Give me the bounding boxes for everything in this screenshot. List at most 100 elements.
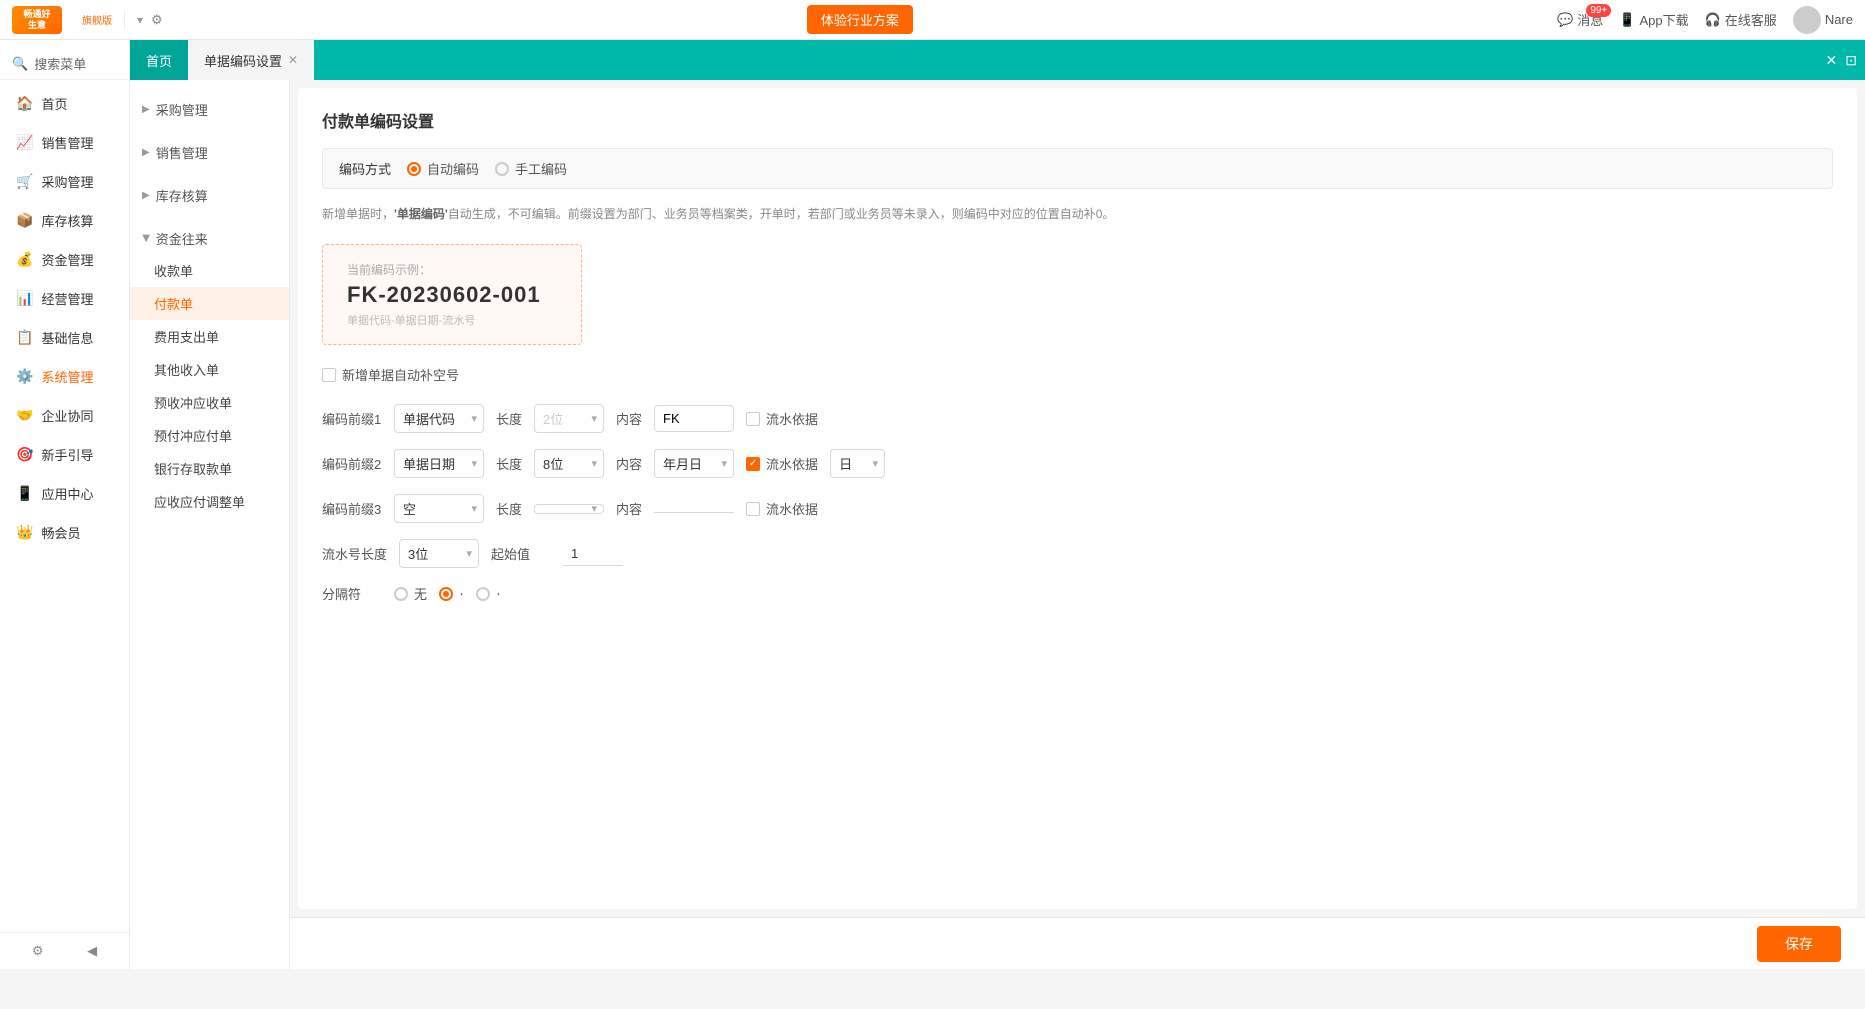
separator-dot2-option[interactable]: · bbox=[476, 585, 501, 602]
page-wrapper: 付款单编码设置 编码方式 自动编码 手工编码 bbox=[290, 80, 1865, 969]
tab-minimize-icon[interactable]: ✕ bbox=[1826, 52, 1838, 69]
top-bar-right: 💬 消息 99+ 📱 App下载 🎧 在线客服 Nare bbox=[1557, 6, 1853, 34]
sub-menu-sales: ▶ 销售管理 bbox=[130, 131, 289, 174]
prefix3-length-select[interactable] bbox=[534, 504, 604, 514]
save-button[interactable]: 保存 bbox=[1757, 926, 1841, 962]
sub-menu-sales-header[interactable]: ▶ 销售管理 bbox=[130, 137, 289, 168]
sub-menu-item-payment[interactable]: 付款单 bbox=[130, 287, 289, 320]
manual-encode-radio[interactable] bbox=[495, 162, 509, 176]
username-label: Nare bbox=[1825, 12, 1853, 27]
sidebar-item-enterprise[interactable]: 🤝 企业协同 bbox=[0, 396, 129, 435]
sub-menu-purchase-header[interactable]: ▶ 采购管理 bbox=[130, 94, 289, 125]
sub-menu-purchase: ▶ 采购管理 bbox=[130, 88, 289, 131]
prefix2-length-select[interactable]: 8位 bbox=[534, 449, 604, 478]
sub-menu-item-prepaid-payable[interactable]: 预付冲应付单 bbox=[130, 419, 289, 452]
prefix1-content-input[interactable] bbox=[654, 405, 734, 432]
prefix3-serial-label: 流水依据 bbox=[766, 499, 818, 518]
prefix1-length-placeholder: 2位 bbox=[543, 409, 563, 428]
sidebar-item-label: 首页 bbox=[41, 94, 67, 113]
user-profile-button[interactable]: Nare bbox=[1793, 6, 1853, 34]
tab-encoding[interactable]: 单据编码设置 ✕ bbox=[188, 40, 314, 80]
basic-icon: 📋 bbox=[16, 329, 33, 346]
separator-dot2-radio[interactable] bbox=[476, 587, 490, 601]
sidebar-collapse-icon[interactable]: ◀ bbox=[87, 943, 97, 959]
prefix2-day-value: 日 bbox=[839, 454, 852, 473]
main-area: 首页 单据编码设置 ✕ ✕ ⊡ ▶ 采购管理 bbox=[130, 40, 1865, 969]
auto-encode-radio[interactable] bbox=[407, 162, 421, 176]
app-download-button[interactable]: 📱 App下载 bbox=[1619, 10, 1688, 29]
prefix1-select[interactable]: 单据代码 bbox=[394, 404, 484, 433]
sidebar-item-guide[interactable]: 🎯 新手引导 bbox=[0, 435, 129, 474]
sidebar-item-vip[interactable]: 👑 畅会员 bbox=[0, 513, 129, 552]
serial-row: 流水号长度 3位 起始值 1 bbox=[322, 539, 1833, 568]
prefix1-serial-checkbox-row: 流水依据 bbox=[746, 409, 818, 428]
serial-length-select[interactable]: 3位 bbox=[399, 539, 479, 568]
prefix2-select[interactable]: 单据日期 bbox=[394, 449, 484, 478]
preview-desc: 单据代码-单据日期-流水号 bbox=[347, 312, 557, 328]
prefix2-row: 编码前缀2 单据日期 长度 8位 内容 年月日 ✓ bbox=[322, 449, 1833, 478]
sidebar-item-apps[interactable]: 📱 应用中心 bbox=[0, 474, 129, 513]
sidebar-item-inventory[interactable]: 📦 库存核算 bbox=[0, 201, 129, 240]
prefix2-day-select[interactable]: 日 bbox=[830, 449, 885, 478]
prefix3-select[interactable]: 空 bbox=[394, 494, 484, 523]
sub-menu-item-income[interactable]: 其他收入单 bbox=[130, 353, 289, 386]
prefix2-content-label: 内容 bbox=[616, 454, 642, 473]
prefix1-row: 编码前缀1 单据代码 长度 2位 内容 流水依据 bbox=[322, 404, 1833, 433]
sidebar-item-label: 新手引导 bbox=[41, 445, 93, 464]
tab-bar-actions: ✕ ⊡ bbox=[1826, 52, 1865, 69]
apps-icon: 📱 bbox=[16, 485, 33, 502]
sidebar-item-basic[interactable]: 📋 基础信息 bbox=[0, 318, 129, 357]
download-icon: 📱 bbox=[1619, 12, 1635, 28]
sidebar-item-purchase[interactable]: 🛒 采购管理 bbox=[0, 162, 129, 201]
prefix2-length-label: 长度 bbox=[496, 454, 522, 473]
sidebar-item-operations[interactable]: 📊 经营管理 bbox=[0, 279, 129, 318]
sub-menu-stock-header[interactable]: ▶ 库存核算 bbox=[130, 180, 289, 211]
separator-none-option[interactable]: 无 bbox=[394, 584, 427, 603]
logo-image: 畅通好生意 bbox=[12, 6, 62, 34]
sub-menu-item-expense[interactable]: 费用支出单 bbox=[130, 320, 289, 353]
sidebar-item-system[interactable]: ⚙️ 系统管理 bbox=[0, 357, 129, 396]
separator-dot1-option[interactable]: · bbox=[439, 585, 464, 602]
dropdown-button[interactable]: ▾ bbox=[137, 13, 143, 27]
settings-icon[interactable]: ⚙ bbox=[151, 12, 163, 28]
prefix3-serial-checkbox[interactable] bbox=[746, 502, 760, 516]
messages-button[interactable]: 💬 消息 99+ bbox=[1557, 10, 1603, 29]
sidebar-item-home[interactable]: 🏠 首页 bbox=[0, 84, 129, 123]
sidebar-item-finance[interactable]: 💰 资金管理 bbox=[0, 240, 129, 279]
prefix1-length-select[interactable]: 2位 bbox=[534, 404, 604, 433]
sidebar-search-button[interactable]: 🔍 搜索菜单 bbox=[0, 48, 129, 80]
tab-home-label: 首页 bbox=[146, 51, 172, 70]
prefix2-serial-checkbox[interactable]: ✓ bbox=[746, 457, 760, 471]
tab-bar: 首页 单据编码设置 ✕ ✕ ⊡ bbox=[130, 40, 1865, 80]
sidebar-settings-icon[interactable]: ⚙ bbox=[32, 943, 44, 959]
sidebar-item-sales[interactable]: 📈 销售管理 bbox=[0, 123, 129, 162]
sidebar-item-label: 畅会员 bbox=[41, 523, 80, 542]
prefix2-content-select[interactable]: 年月日 bbox=[654, 449, 734, 478]
auto-encode-option[interactable]: 自动编码 bbox=[407, 159, 479, 178]
tab-home[interactable]: 首页 bbox=[130, 40, 188, 80]
sub-menu-item-bank[interactable]: 银行存取款单 bbox=[130, 452, 289, 485]
expand-arrow-icon: ▶ bbox=[140, 235, 151, 243]
trial-button[interactable]: 体验行业方案 bbox=[807, 5, 913, 34]
sub-menu-item-prepaid-receivable[interactable]: 预收冲应收单 bbox=[130, 386, 289, 419]
sub-menu-stock-label: 库存核算 bbox=[156, 186, 208, 205]
separator-dot2-label: · bbox=[496, 585, 501, 602]
sidebar-item-label: 企业协同 bbox=[41, 406, 93, 425]
auto-fill-checkbox[interactable] bbox=[322, 368, 336, 382]
manual-encode-option[interactable]: 手工编码 bbox=[495, 159, 567, 178]
separator-dot1-radio[interactable] bbox=[439, 587, 453, 601]
sub-menu-funds-header[interactable]: ▶ 资金往来 bbox=[130, 223, 289, 254]
purchase-icon: 🛒 bbox=[16, 173, 33, 190]
online-service-button[interactable]: 🎧 在线客服 bbox=[1705, 10, 1777, 29]
bottom-bar: 保存 bbox=[290, 917, 1865, 969]
finance-icon: 💰 bbox=[16, 251, 33, 268]
sidebar-item-label: 基础信息 bbox=[41, 328, 93, 347]
tab-maximize-icon[interactable]: ⊡ bbox=[1845, 52, 1857, 69]
sub-menu-item-adjustment[interactable]: 应收应付调整单 bbox=[130, 485, 289, 518]
operations-icon: 📊 bbox=[16, 290, 33, 307]
tab-close-icon[interactable]: ✕ bbox=[288, 53, 298, 67]
separator-none-radio[interactable] bbox=[394, 587, 408, 601]
sub-menu-item-receipt[interactable]: 收款单 bbox=[130, 254, 289, 287]
prefix2-length-value: 8位 bbox=[543, 454, 563, 473]
prefix1-serial-checkbox[interactable] bbox=[746, 412, 760, 426]
